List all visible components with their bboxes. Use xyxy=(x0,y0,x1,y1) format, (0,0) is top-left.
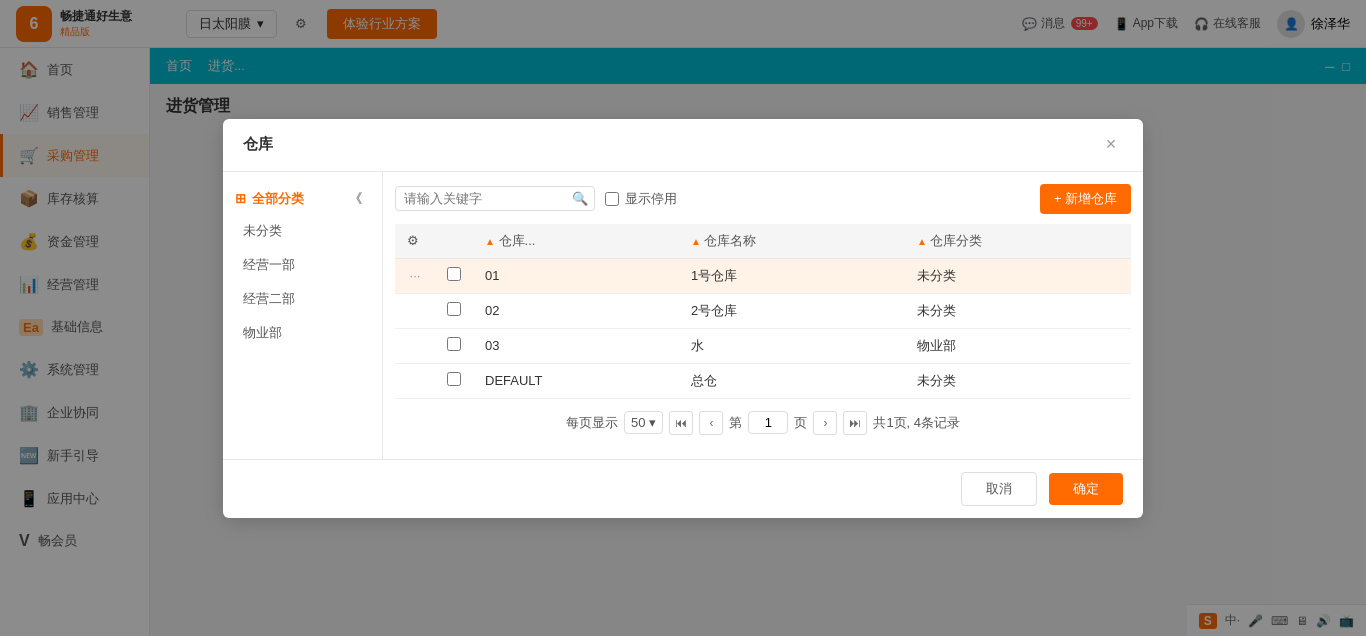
category-all-label: 全部分类 xyxy=(252,190,304,208)
modal-footer: 取消 确定 xyxy=(223,459,1143,518)
row-actions xyxy=(395,328,435,363)
select-arrow: ▾ xyxy=(649,415,656,430)
table-body: ··· 01 1号仓库 未分类 xyxy=(395,258,1131,398)
row-checkbox-cell xyxy=(435,258,473,293)
category-item-unclassified[interactable]: 未分类 xyxy=(223,214,382,248)
table-head: ⚙ ▲ 仓库... ▲ 仓库名称 xyxy=(395,224,1131,259)
collapse-icon[interactable]: 《 xyxy=(341,190,370,208)
close-icon[interactable]: × xyxy=(1099,133,1123,157)
pagination: 每页显示 50 ▾ ⏮ ‹ 第 页 › ⏭ 共1页, 4条记录 xyxy=(395,399,1131,447)
row-actions xyxy=(395,363,435,398)
per-page-value: 50 xyxy=(631,415,645,430)
sort-icon2: ▲ xyxy=(691,236,701,247)
show-disabled-checkbox[interactable] xyxy=(605,192,619,206)
row-category-2: 未分类 xyxy=(905,293,1131,328)
row-checkbox-1[interactable] xyxy=(447,267,461,281)
modal-header: 仓库 × xyxy=(223,119,1143,172)
grid-icon: ⊞ xyxy=(235,191,246,206)
show-disabled-label[interactable]: 显示停用 xyxy=(605,190,677,208)
search-input-wrap: 🔍 xyxy=(395,186,595,211)
per-page-select[interactable]: 50 ▾ xyxy=(624,411,663,434)
th-gear: ⚙ xyxy=(395,224,435,259)
search-input[interactable] xyxy=(404,191,572,206)
row-checkbox-cell xyxy=(435,293,473,328)
table-scroll: ⚙ ▲ 仓库... ▲ 仓库名称 xyxy=(395,224,1131,399)
modal-overlay: 仓库 × ⊞ 全部分类 《 未分类 经营一部 经营二部 物业部 xyxy=(0,0,1366,636)
category-item-property[interactable]: 物业部 xyxy=(223,316,382,350)
row-actions: ··· xyxy=(395,258,435,293)
show-disabled-text: 显示停用 xyxy=(625,190,677,208)
row-actions xyxy=(395,293,435,328)
page-next-btn[interactable]: › xyxy=(813,411,837,435)
row-category-3: 物业部 xyxy=(905,328,1131,363)
th-name: ▲ 仓库名称 xyxy=(679,224,905,259)
page-last-btn[interactable]: ⏭ xyxy=(843,411,867,435)
row-checkbox-3[interactable] xyxy=(447,337,461,351)
th-check xyxy=(435,224,473,259)
row-code-2: 02 xyxy=(473,293,679,328)
cancel-button[interactable]: 取消 xyxy=(961,472,1037,506)
table-row[interactable]: 02 2号仓库 未分类 xyxy=(395,293,1131,328)
table-row[interactable]: 03 水 物业部 xyxy=(395,328,1131,363)
row-category-1: 未分类 xyxy=(905,258,1131,293)
th-category: ▲ 仓库分类 xyxy=(905,224,1131,259)
per-page-label: 每页显示 xyxy=(566,414,618,432)
table-toolbar: 🔍 显示停用 + 新增仓库 xyxy=(395,184,1131,214)
row-checkbox-4[interactable] xyxy=(447,372,461,386)
confirm-button[interactable]: 确定 xyxy=(1049,473,1123,505)
header-row: ⚙ ▲ 仓库... ▲ 仓库名称 xyxy=(395,224,1131,259)
page-prev-btn[interactable]: ‹ xyxy=(699,411,723,435)
category-item-dept2[interactable]: 经营二部 xyxy=(223,282,382,316)
warehouse-modal: 仓库 × ⊞ 全部分类 《 未分类 经营一部 经营二部 物业部 xyxy=(223,119,1143,518)
search-icon[interactable]: 🔍 xyxy=(572,191,588,206)
row-code-3: 03 xyxy=(473,328,679,363)
category-panel: ⊞ 全部分类 《 未分类 经营一部 经营二部 物业部 xyxy=(223,172,383,459)
page-first-btn[interactable]: ⏮ xyxy=(669,411,693,435)
row-more-icon[interactable]: ··· xyxy=(410,268,421,283)
row-code-1: 01 xyxy=(473,258,679,293)
row-name-1: 1号仓库 xyxy=(679,258,905,293)
row-name-4: 总仓 xyxy=(679,363,905,398)
category-item-dept1[interactable]: 经营一部 xyxy=(223,248,382,282)
modal-title: 仓库 xyxy=(243,135,273,154)
category-all[interactable]: ⊞ 全部分类 《 xyxy=(223,184,382,214)
add-warehouse-button[interactable]: + 新增仓库 xyxy=(1040,184,1131,214)
row-name-3: 水 xyxy=(679,328,905,363)
warehouse-table: ⚙ ▲ 仓库... ▲ 仓库名称 xyxy=(395,224,1131,399)
table-panel: 🔍 显示停用 + 新增仓库 ⚙ xyxy=(383,172,1143,459)
modal-body: ⊞ 全部分类 《 未分类 经营一部 经营二部 物业部 🔍 xyxy=(223,172,1143,459)
page-input[interactable] xyxy=(748,411,788,434)
row-checkbox-2[interactable] xyxy=(447,302,461,316)
table-row[interactable]: ··· 01 1号仓库 未分类 xyxy=(395,258,1131,293)
row-name-2: 2号仓库 xyxy=(679,293,905,328)
row-checkbox-cell xyxy=(435,328,473,363)
page-label: 页 xyxy=(794,414,807,432)
sort-icon3: ▲ xyxy=(917,236,927,247)
row-category-4: 未分类 xyxy=(905,363,1131,398)
page-label-pre: 第 xyxy=(729,414,742,432)
row-checkbox-cell xyxy=(435,363,473,398)
sort-icon: ▲ xyxy=(485,236,495,247)
row-code-4: DEFAULT xyxy=(473,363,679,398)
total-label: 共1页, 4条记录 xyxy=(873,414,960,432)
th-code: ▲ 仓库... xyxy=(473,224,679,259)
table-row[interactable]: DEFAULT 总仓 未分类 xyxy=(395,363,1131,398)
